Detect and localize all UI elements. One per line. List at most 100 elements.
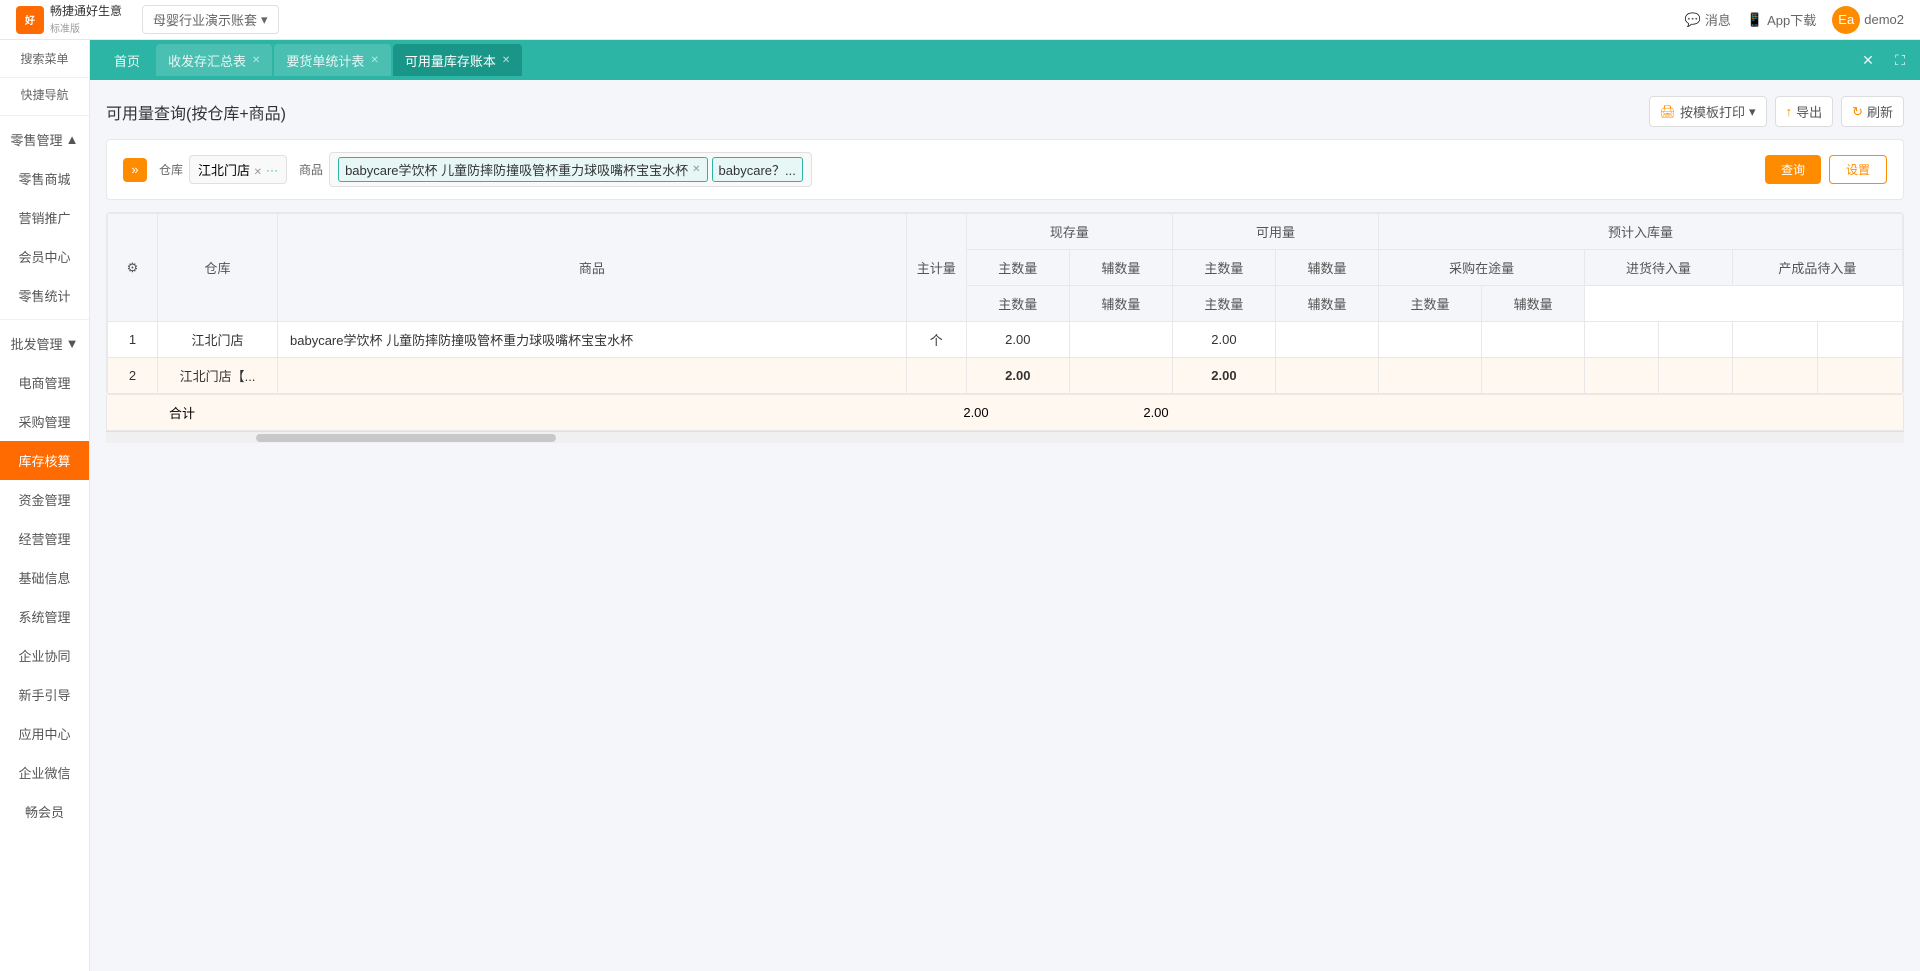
msg-label: 消息 bbox=[1705, 10, 1731, 29]
cell-incoming-main bbox=[1585, 322, 1659, 358]
sidebar-item-sys-mgmt[interactable]: 系统管理 bbox=[0, 597, 89, 636]
cell-avail-main-2: 2.00 bbox=[1172, 358, 1275, 394]
footer-stock-main: 2.00 bbox=[926, 405, 1026, 420]
warehouse-tag: 江北门店 ✕ bbox=[198, 160, 262, 179]
logo-sub: 标准版 bbox=[50, 20, 122, 35]
sidebar-item-operations[interactable]: 经营管理 bbox=[0, 519, 89, 558]
tab-order-stats[interactable]: 要货单统计表 ✕ bbox=[274, 44, 390, 76]
main-layout: 搜索菜单 快捷导航 零售管理 ▲ 零售商城 营销推广 会员中心 零售统计 批发管… bbox=[0, 40, 1920, 971]
msg-btn[interactable]: 💬 消息 bbox=[1685, 10, 1731, 29]
sidebar-item-purchase[interactable]: 采购管理 bbox=[0, 402, 89, 441]
warehouse-more[interactable]: ··· bbox=[266, 163, 278, 177]
sidebar-nav[interactable]: 快捷导航 bbox=[0, 78, 89, 111]
industry-select[interactable]: 母婴行业演示账套 ▾ bbox=[142, 5, 279, 34]
th-avail-sub: 辅数量 bbox=[1275, 250, 1378, 286]
footer-avail-main: 2.00 bbox=[1106, 405, 1206, 420]
export-icon: ↑ bbox=[1786, 104, 1793, 119]
logo-area: 好 畅捷通好生意 标准版 bbox=[16, 4, 122, 35]
refresh-btn[interactable]: ↻ 刷新 bbox=[1841, 96, 1904, 127]
app-download-btn[interactable]: 📱 App下载 bbox=[1747, 10, 1816, 29]
table-container: ⚙ 仓库 商品 主计量 现存量 可用量 预计入库量 主数量 辅数量 bbox=[106, 212, 1904, 395]
inventory-table: ⚙ 仓库 商品 主计量 现存量 可用量 预计入库量 主数量 辅数量 bbox=[107, 213, 1903, 394]
sidebar-item-enterprise-collab[interactable]: 企业协同 bbox=[0, 636, 89, 675]
warehouse-label: 仓库 bbox=[159, 161, 183, 178]
page-title: 可用量查询(按仓库+商品) bbox=[106, 100, 286, 124]
sidebar-item-vip-member[interactable]: 畅会员 bbox=[0, 792, 89, 831]
page-header: 可用量查询(按仓库+商品) 🖨 按模板打印 ▾ ↑ 导出 ↻ 刷新 bbox=[106, 96, 1904, 127]
th-stock: 现存量 bbox=[966, 214, 1172, 250]
sidebar-item-label: 企业微信 bbox=[18, 763, 70, 782]
sidebar-item-label: 经营管理 bbox=[18, 529, 70, 548]
sidebar-search[interactable]: 搜索菜单 bbox=[0, 40, 89, 78]
cell-warehouse: 江北门店 bbox=[158, 322, 278, 358]
print-label: 按模板打印 bbox=[1680, 102, 1745, 121]
sidebar-item-ecommerce[interactable]: 电商管理 bbox=[0, 363, 89, 402]
sidebar-item-basic-info[interactable]: 基础信息 bbox=[0, 558, 89, 597]
chevron-down-icon: ▾ bbox=[261, 12, 268, 28]
product-value[interactable]: babycare学饮杯 儿童防摔防撞吸管杯重力球吸嘴杯宝宝水杯 ✕ babyca… bbox=[329, 152, 812, 187]
page-content: 可用量查询(按仓库+商品) 🖨 按模板打印 ▾ ↑ 导出 ↻ 刷新 bbox=[90, 80, 1920, 971]
close-all-btn[interactable]: ✕ bbox=[1856, 48, 1880, 72]
scroll-thumb[interactable] bbox=[256, 434, 556, 442]
tab-close-icon-2[interactable]: ✕ bbox=[370, 55, 378, 66]
sidebar-item-finance[interactable]: 资金管理 bbox=[0, 480, 89, 519]
logo-icon: 好 bbox=[16, 6, 44, 34]
sidebar-item-label: 企业协同 bbox=[18, 646, 70, 665]
table-row-subtotal: 2 江北门店【... 2.00 2.00 bbox=[108, 358, 1903, 394]
filter-expand-btn[interactable]: » bbox=[123, 158, 147, 182]
cell-seq-2: 2 bbox=[108, 358, 158, 394]
cell-avail-sub-2 bbox=[1275, 358, 1378, 394]
cell-finished-sub bbox=[1817, 322, 1902, 358]
export-btn[interactable]: ↑ 导出 bbox=[1775, 96, 1834, 127]
content-area: 首页 收发存汇总表 ✕ 要货单统计表 ✕ 可用量库存账本 ✕ ✕ ⛶ bbox=[90, 40, 1920, 971]
table-body: 1 江北门店 babycare学饮杯 儿童防摔防撞吸管杯重力球吸嘴杯宝宝水杯 个… bbox=[108, 322, 1903, 394]
cell-finished-main-2 bbox=[1732, 358, 1817, 394]
cell-stock-main: 2.00 bbox=[966, 322, 1069, 358]
query-btn[interactable]: 查询 bbox=[1765, 155, 1821, 184]
sidebar-item-enterprise-wechat[interactable]: 企业微信 bbox=[0, 753, 89, 792]
sidebar-item-label: 畅会员 bbox=[25, 802, 64, 821]
user-area[interactable]: Ea demo2 bbox=[1832, 6, 1904, 34]
horizontal-scrollbar[interactable] bbox=[106, 431, 1904, 443]
warehouse-value[interactable]: 江北门店 ✕ ··· bbox=[189, 155, 287, 184]
tab-available-inv[interactable]: 可用量库存账本 ✕ bbox=[393, 44, 522, 76]
cell-purchase-sub-2 bbox=[1482, 358, 1585, 394]
sidebar-item-label: 营销推广 bbox=[18, 208, 70, 227]
sidebar-item-new-guide[interactable]: 新手引导 bbox=[0, 675, 89, 714]
sidebar-item-retail-stats[interactable]: 零售统计 bbox=[0, 276, 89, 315]
sidebar-item-wholesale-mgmt[interactable]: 批发管理 ▼ bbox=[0, 324, 89, 363]
cell-unit: 个 bbox=[906, 322, 966, 358]
warehouse-close-icon[interactable]: ✕ bbox=[254, 167, 262, 178]
th-purchase-sub: 辅数量 bbox=[1069, 286, 1172, 322]
sidebar-item-member[interactable]: 会员中心 bbox=[0, 237, 89, 276]
maximize-btn[interactable]: ⛶ bbox=[1888, 48, 1912, 72]
settings-gear-icon[interactable]: ⚙ bbox=[127, 260, 139, 275]
sidebar-item-inventory[interactable]: 库存核算 bbox=[0, 441, 89, 480]
cell-avail-main: 2.00 bbox=[1172, 322, 1275, 358]
th-warehouse: 仓库 bbox=[158, 214, 278, 322]
tab-close-icon[interactable]: ✕ bbox=[252, 55, 260, 66]
sidebar-item-retail-mgmt[interactable]: 零售管理 ▲ bbox=[0, 120, 89, 159]
tab-close-icon-3[interactable]: ✕ bbox=[502, 55, 510, 66]
cell-stock-sub-2 bbox=[1069, 358, 1172, 394]
cell-seq: 1 bbox=[108, 322, 158, 358]
product-close-icon-1[interactable]: ✕ bbox=[692, 164, 700, 175]
table-row: 1 江北门店 babycare学饮杯 儿童防摔防撞吸管杯重力球吸嘴杯宝宝水杯 个… bbox=[108, 322, 1903, 358]
sidebar-item-label: 库存核算 bbox=[18, 451, 70, 470]
print-btn[interactable]: 🖨 按模板打印 ▾ bbox=[1649, 96, 1767, 127]
th-incoming: 进货待入量 bbox=[1585, 250, 1733, 286]
cell-incoming-main-2 bbox=[1585, 358, 1659, 394]
chevron-down-icon-2: ▾ bbox=[1749, 104, 1756, 120]
app-icon: 📱 bbox=[1747, 12, 1763, 28]
chevron-icon: ▲ bbox=[66, 132, 79, 147]
page-header-actions: 🖨 按模板打印 ▾ ↑ 导出 ↻ 刷新 bbox=[1649, 96, 1905, 127]
sidebar-item-marketing[interactable]: 营销推广 bbox=[0, 198, 89, 237]
sidebar-divider-2 bbox=[0, 319, 89, 320]
sidebar-item-label: 零售管理 bbox=[11, 130, 63, 149]
cell-incoming-sub bbox=[1658, 322, 1732, 358]
sidebar-item-app-center[interactable]: 应用中心 bbox=[0, 714, 89, 753]
sidebar-item-online-shop[interactable]: 零售商城 bbox=[0, 159, 89, 198]
tab-receive-send[interactable]: 收发存汇总表 ✕ bbox=[156, 44, 272, 76]
settings-btn[interactable]: 设置 bbox=[1829, 155, 1887, 184]
tab-home[interactable]: 首页 bbox=[98, 40, 156, 80]
